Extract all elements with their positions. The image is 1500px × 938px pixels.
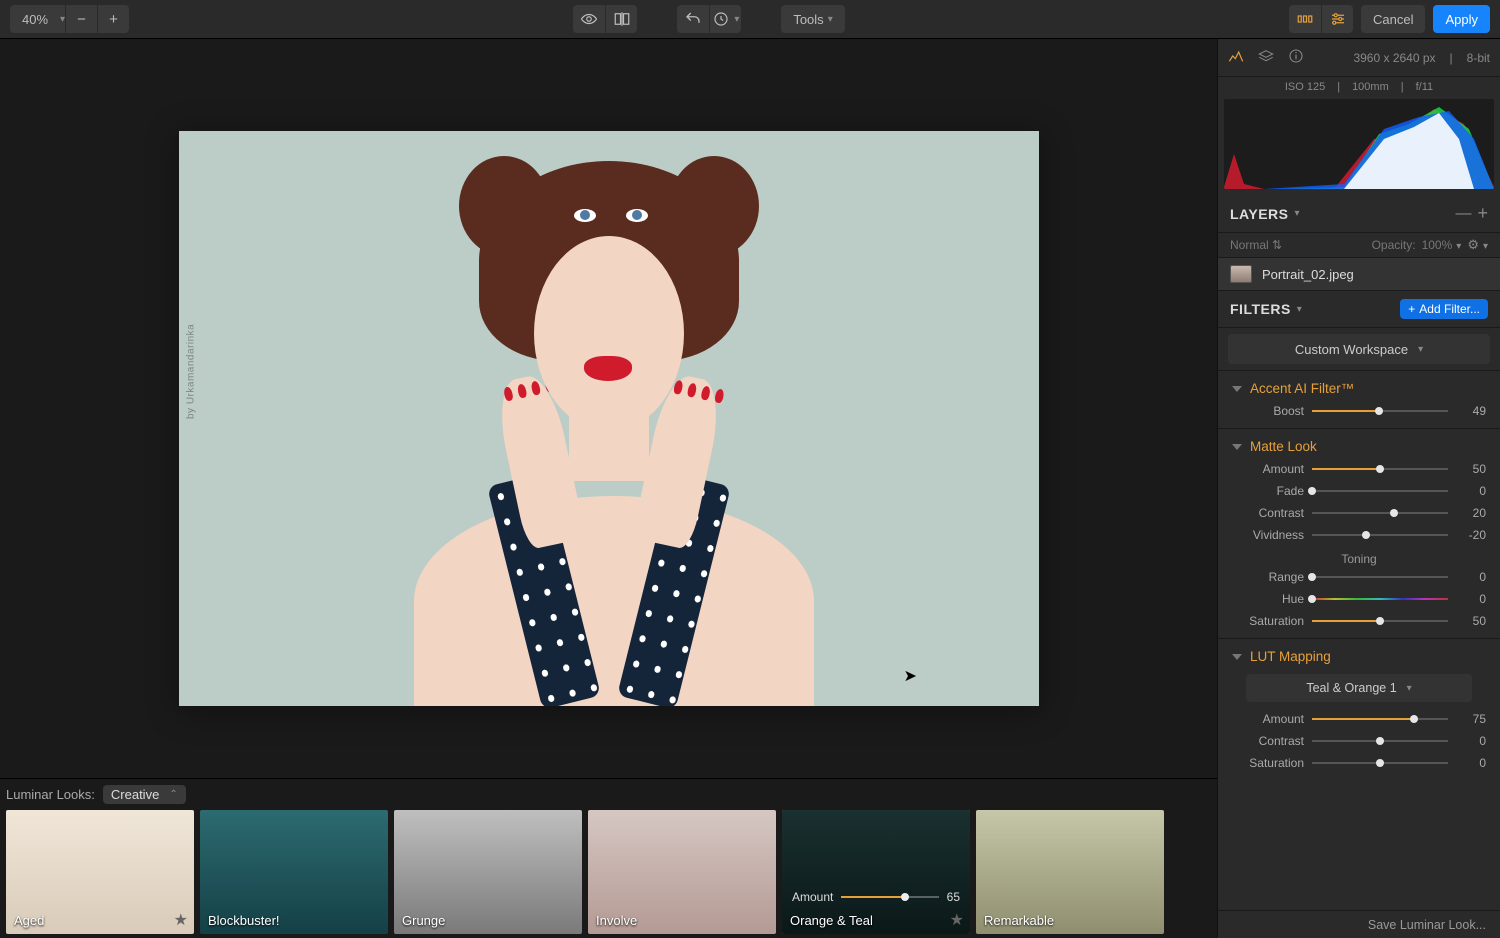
workspace-dropdown[interactable]: Custom Workspace▾ bbox=[1228, 334, 1490, 364]
preview-toggle-button[interactable] bbox=[573, 5, 605, 33]
zoom-group: 40%▾ − + bbox=[10, 5, 129, 33]
look-amount-slider[interactable]: Amount 65 bbox=[792, 890, 960, 904]
matte-fade-slider[interactable] bbox=[1312, 486, 1448, 496]
layers-tab-icon[interactable] bbox=[1258, 49, 1274, 67]
filter-matte-header[interactable]: Matte Look bbox=[1218, 429, 1500, 458]
star-icon[interactable]: ★ bbox=[174, 910, 188, 930]
exif-row: ISO 125|100mm|f/11 bbox=[1218, 77, 1500, 97]
layer-settings-icon[interactable]: ⚙▾ bbox=[1467, 237, 1488, 253]
save-look-button[interactable]: Save Luminar Look... bbox=[1218, 910, 1500, 938]
collapse-layer-icon[interactable]: — bbox=[1455, 205, 1471, 223]
add-filter-button[interactable]: + Add Filter... bbox=[1400, 299, 1488, 319]
photo-canvas[interactable]: by Urkamandarinka ➤ bbox=[179, 131, 1039, 706]
blend-mode-dropdown[interactable]: Normal ⇅ bbox=[1230, 238, 1282, 252]
matte-saturation-slider[interactable] bbox=[1312, 616, 1448, 626]
sliders-icon bbox=[1329, 10, 1347, 28]
look-involve[interactable]: Involve bbox=[588, 810, 776, 934]
histogram[interactable] bbox=[1224, 99, 1494, 189]
lut-preset-dropdown[interactable]: Teal & Orange 1▾ bbox=[1246, 674, 1472, 702]
matte-range-slider[interactable] bbox=[1312, 572, 1448, 582]
toning-label: Toning bbox=[1218, 546, 1500, 566]
look-blockbuster[interactable]: Blockbuster! bbox=[200, 810, 388, 934]
right-sidebar: 3960 x 2640 px | 8-bit ISO 125|100mm|f/1… bbox=[1217, 39, 1500, 938]
layer-item[interactable]: Portrait_02.jpeg bbox=[1218, 257, 1500, 291]
history-dropdown[interactable]: ▾ bbox=[709, 5, 741, 33]
layers-section-header[interactable]: LAYERS▾ — + bbox=[1218, 195, 1500, 233]
look-remarkable[interactable]: Remarkable bbox=[976, 810, 1164, 934]
compare-icon bbox=[613, 10, 631, 28]
look-orange-teal[interactable]: Amount 65 Orange & Teal ★ bbox=[782, 810, 970, 934]
add-layer-icon[interactable]: + bbox=[1477, 203, 1488, 224]
info-tab-icon[interactable] bbox=[1288, 48, 1304, 68]
history-icon bbox=[712, 10, 730, 28]
filter-lut-header[interactable]: LUT Mapping bbox=[1218, 639, 1500, 668]
accent-boost-slider[interactable] bbox=[1312, 406, 1448, 416]
look-grunge[interactable]: Grunge bbox=[394, 810, 582, 934]
zoom-level-dropdown[interactable]: 40%▾ bbox=[10, 5, 65, 33]
opacity-value-dropdown[interactable]: 100%▾ bbox=[1422, 238, 1462, 252]
undo-icon bbox=[684, 10, 702, 28]
photo-credit: by Urkamandarinka bbox=[185, 323, 196, 418]
looks-label: Luminar Looks: bbox=[6, 787, 95, 802]
filters-section-header[interactable]: FILTERS▾ + Add Filter... bbox=[1218, 291, 1500, 328]
cursor-icon: ➤ bbox=[904, 666, 917, 686]
lut-amount-slider[interactable] bbox=[1312, 714, 1448, 724]
zoom-out-button[interactable]: − bbox=[65, 5, 97, 33]
looks-panel-toggle[interactable] bbox=[1289, 5, 1321, 33]
star-icon[interactable]: ★ bbox=[950, 910, 964, 930]
filter-accent-header[interactable]: Accent AI Filter™ bbox=[1218, 371, 1500, 400]
undo-button[interactable] bbox=[677, 5, 709, 33]
lut-saturation-slider[interactable] bbox=[1312, 758, 1448, 768]
top-toolbar: 40%▾ − + ▾ Tools▾ bbox=[0, 0, 1500, 39]
matte-contrast-slider[interactable] bbox=[1312, 508, 1448, 518]
matte-vividness-slider[interactable] bbox=[1312, 530, 1448, 540]
lut-contrast-slider[interactable] bbox=[1312, 736, 1448, 746]
look-aged[interactable]: Aged★ bbox=[6, 810, 194, 934]
apply-button[interactable]: Apply bbox=[1433, 5, 1490, 33]
opacity-label: Opacity: bbox=[1372, 238, 1416, 252]
matte-hue-slider[interactable] bbox=[1312, 594, 1448, 604]
bit-depth: 8-bit bbox=[1467, 51, 1490, 65]
looks-category-dropdown[interactable]: Creative⌃ bbox=[103, 785, 186, 804]
eye-icon bbox=[580, 10, 598, 28]
tools-dropdown[interactable]: Tools▾ bbox=[781, 5, 844, 33]
canvas-viewport[interactable]: by Urkamandarinka ➤ bbox=[0, 39, 1217, 778]
cancel-button[interactable]: Cancel bbox=[1361, 5, 1425, 33]
image-dimensions: 3960 x 2640 px bbox=[1353, 51, 1435, 65]
compare-split-button[interactable] bbox=[605, 5, 637, 33]
looks-panel: Luminar Looks: Creative⌃ Aged★ Blockbust… bbox=[0, 778, 1217, 938]
filmstrip-icon bbox=[1296, 10, 1314, 28]
zoom-in-button[interactable]: + bbox=[97, 5, 129, 33]
matte-amount-slider[interactable] bbox=[1312, 464, 1448, 474]
layer-thumb-icon bbox=[1230, 265, 1252, 283]
histogram-tab-icon[interactable] bbox=[1228, 49, 1244, 67]
side-panel-toggle[interactable] bbox=[1321, 5, 1353, 33]
